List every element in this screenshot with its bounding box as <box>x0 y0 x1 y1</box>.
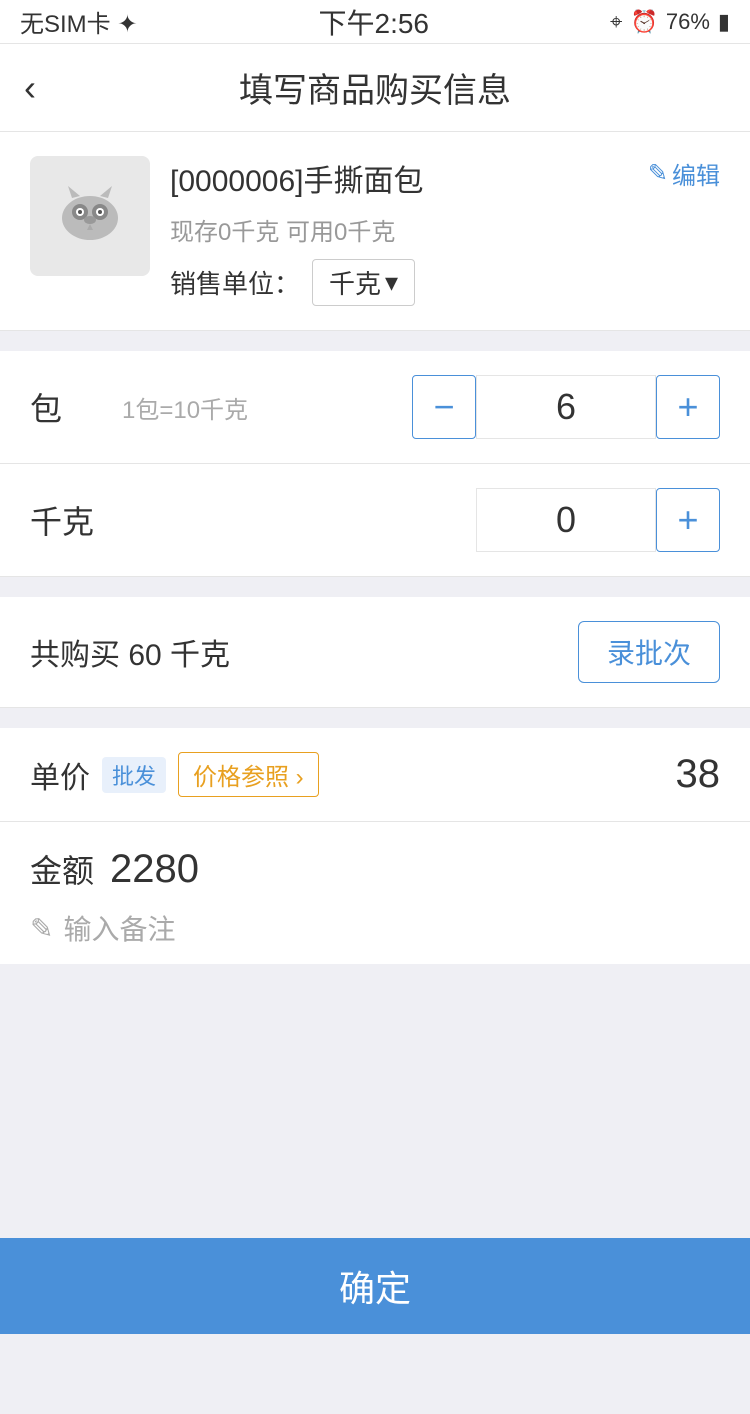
price-left: 单价 批发 价格参照 › <box>30 752 319 797</box>
location-icon: ⌖ <box>610 9 622 35</box>
kilogram-row: 千克 + <box>0 464 750 577</box>
confirm-button[interactable]: 确定 <box>0 1238 750 1334</box>
chevron-down-icon: ▾ <box>385 267 398 298</box>
price-value: 38 <box>676 752 721 797</box>
battery-icon: ▮ <box>718 9 730 35</box>
package-sublabel: 1包=10千克 <box>122 390 412 425</box>
product-image <box>30 156 150 276</box>
amount-value: 2280 <box>110 847 199 892</box>
package-row: 包 1包=10千克 − + <box>0 351 750 464</box>
edit-label: 编辑 <box>672 156 720 191</box>
package-quantity-control: − + <box>412 375 720 439</box>
product-info: [0000006]手撕面包 ✎ 编辑 现存0千克 可用0千克 销售单位： 千克 … <box>170 156 720 306</box>
status-time: 下午2:56 <box>319 2 430 42</box>
sim-signal: 无SIM卡 ✦ <box>20 4 137 39</box>
price-label: 单价 <box>30 753 90 797</box>
page-title: 填写商品购买信息 <box>239 63 511 112</box>
status-left: 无SIM卡 ✦ <box>20 4 137 39</box>
note-icon: ✎ <box>30 912 53 945</box>
edit-icon: ✎ <box>648 159 668 188</box>
battery-level: 76% <box>666 9 710 35</box>
status-bar: 无SIM卡 ✦ 下午2:56 ⌖ ⏰ 76% ▮ <box>0 0 750 44</box>
back-button[interactable]: ‹ <box>24 67 36 109</box>
input-section: 包 1包=10千克 − + 千克 + <box>0 351 750 577</box>
section-divider-3 <box>0 708 750 728</box>
batch-record-button[interactable]: 录批次 <box>578 621 720 683</box>
package-label: 包 <box>30 384 110 430</box>
note-placeholder: 输入备注 <box>63 908 175 948</box>
amount-section: 金额 2280 ✎ 输入备注 <box>0 822 750 964</box>
confirm-label: 确定 <box>339 1260 411 1312</box>
status-right: ⌖ ⏰ 76% ▮ <box>610 9 730 35</box>
product-name: [0000006]手撕面包 <box>170 156 423 200</box>
section-divider-1 <box>0 331 750 351</box>
price-section: 单价 批发 价格参照 › 38 <box>0 728 750 822</box>
product-unit-row: 销售单位： 千克 ▾ <box>170 259 720 306</box>
product-stock: 现存0千克 可用0千克 <box>170 212 720 247</box>
unit-select[interactable]: 千克 ▾ <box>312 259 415 306</box>
package-minus-button[interactable]: − <box>412 375 476 439</box>
price-reference-button[interactable]: 价格参照 › <box>178 752 319 797</box>
kilogram-quantity-input[interactable] <box>476 488 656 552</box>
unit-value: 千克 <box>329 264 381 301</box>
kilogram-plus-button[interactable]: + <box>656 488 720 552</box>
total-quantity-text: 共购买 60 千克 <box>30 630 230 674</box>
amount-label: 金额 <box>30 846 94 892</box>
total-row: 共购买 60 千克 录批次 <box>0 597 750 708</box>
package-quantity-input[interactable] <box>476 375 656 439</box>
section-divider-2 <box>0 577 750 597</box>
kilogram-label: 千克 <box>30 497 110 543</box>
note-row[interactable]: ✎ 输入备注 <box>30 908 720 948</box>
product-card: [0000006]手撕面包 ✎ 编辑 现存0千克 可用0千克 销售单位： 千克 … <box>0 132 750 331</box>
alarm-icon: ⏰ <box>630 9 657 35</box>
batch-tag: 批发 <box>102 757 166 793</box>
unit-label: 销售单位： <box>170 264 300 301</box>
owl-logo-icon <box>50 176 130 256</box>
nav-bar: ‹ 填写商品购买信息 <box>0 44 750 132</box>
edit-button[interactable]: ✎ 编辑 <box>648 156 720 191</box>
package-plus-button[interactable]: + <box>656 375 720 439</box>
amount-row: 金额 2280 <box>30 846 720 892</box>
